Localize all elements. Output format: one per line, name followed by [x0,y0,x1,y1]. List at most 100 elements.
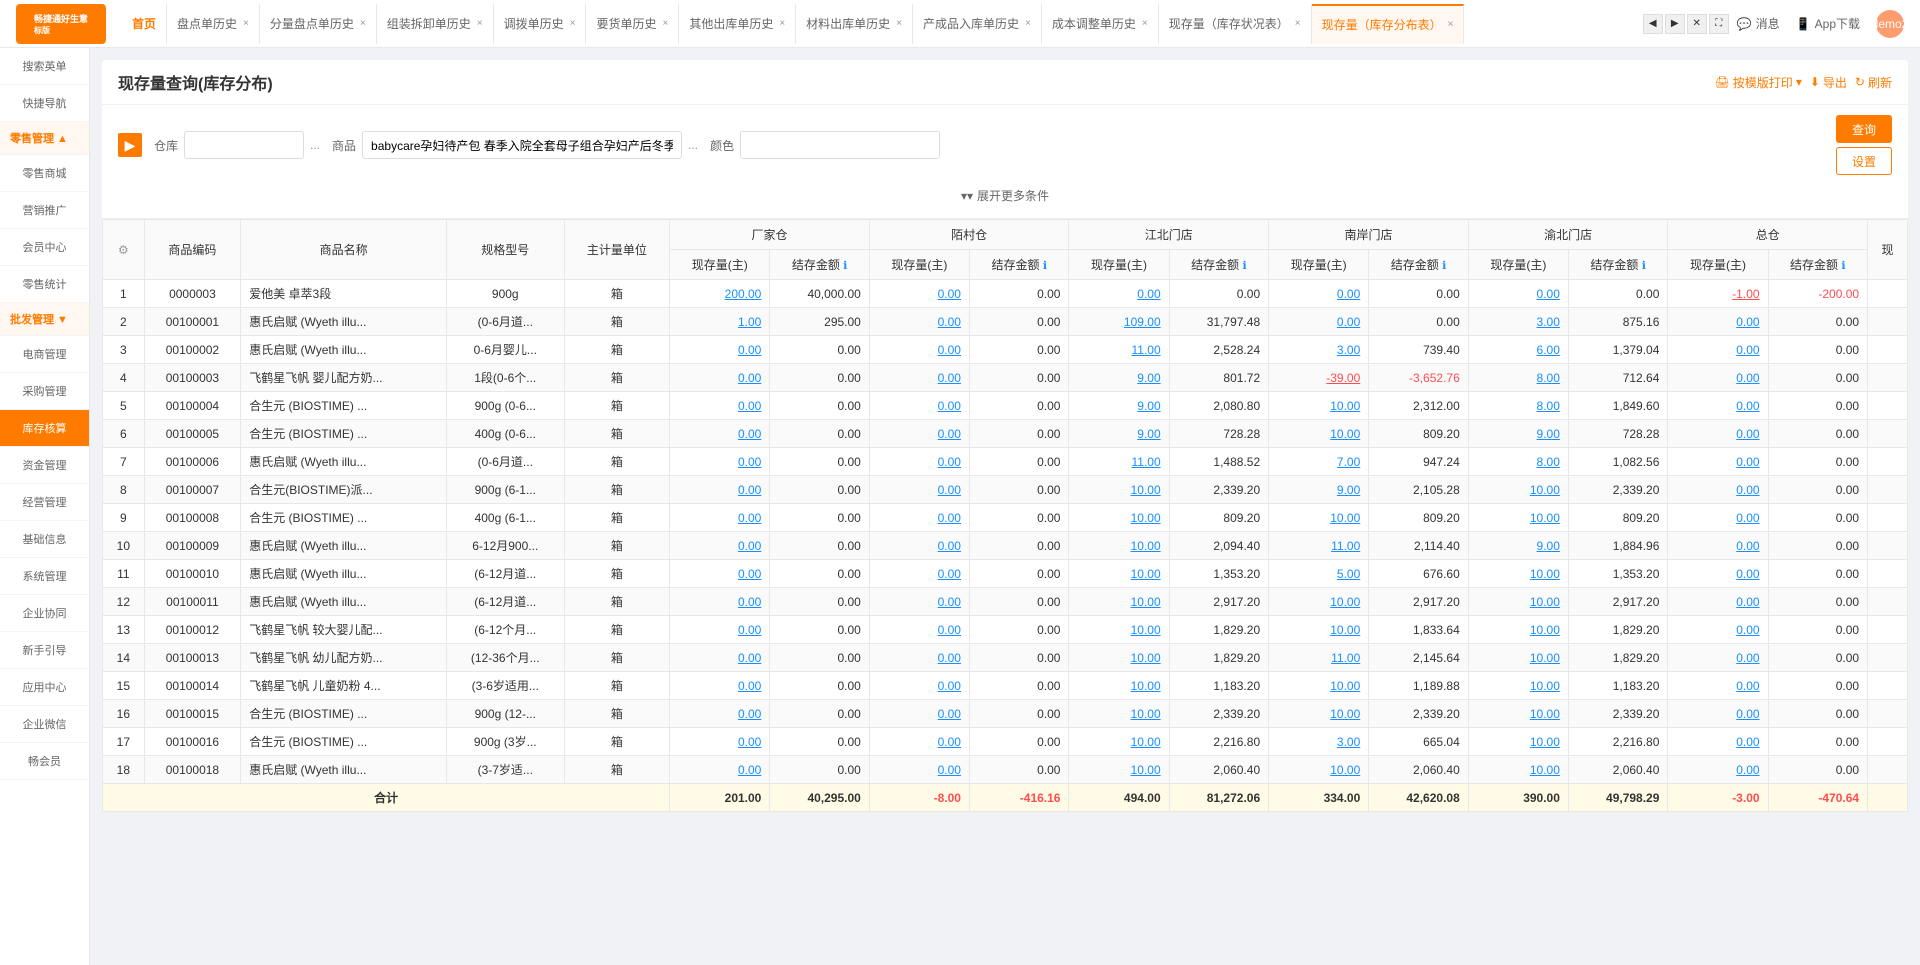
goods-input[interactable] [362,131,682,159]
th-group-total: 总仓 [1668,220,1868,250]
goods-dots-btn[interactable]: ... [688,138,698,152]
sidebar-item-----[interactable]: 企业微信 [0,706,89,743]
expand-more-btn[interactable]: ▾▾ 展开更多条件 [118,183,1892,208]
sidebar-item-----[interactable]: 应用中心 [0,669,89,706]
main-content: 现存量查询(库存分布) 🖨 按模版打印 ▾ ⬇ 导出 ↻ 刷新 ▶ 仓库 . [90,48,1920,965]
table-container[interactable]: ⚙ 商品编码 商品名称 规格型号 主计量单位 厂家仓 陌村仓 江北门店 南岸门店… [102,219,1908,812]
tab-close-icon[interactable]: × [779,18,785,29]
th-gear[interactable]: ⚙ [103,220,145,280]
warehouse-input[interactable] [184,131,304,159]
tab------[interactable]: 调拨单历史× [494,4,587,44]
tab--------[interactable]: 成本调整单历史× [1042,4,1159,44]
tab---------[interactable]: 产成品入库单历史× [913,4,1042,44]
sidebar-item-----[interactable]: 经营管理 [0,484,89,521]
tab-next-arrow[interactable]: ▶ [1665,14,1685,34]
tab-close-icon[interactable]: × [1448,19,1454,30]
user-menu[interactable]: demo2 [1876,10,1904,38]
sidebar-item----[interactable]: 畅会员 [0,743,89,780]
page-actions: 🖨 按模版打印 ▾ ⬇ 导出 ↻ 刷新 [1715,74,1892,91]
expand-more-icon: ▾▾ [961,189,973,203]
messages-btn[interactable]: 💬 消息 [1737,15,1780,32]
refresh-btn[interactable]: ↻ 刷新 [1855,74,1892,91]
th-yubei-amt: 结存金额 ℹ [1568,250,1668,280]
th-mucun-qty: 现存量(主) [869,250,969,280]
tab------[interactable]: 盘点单历史× [167,4,260,44]
sidebar-item-----[interactable]: 零售统计 [0,266,89,303]
tab-close-arrow[interactable]: ✕ [1687,14,1707,34]
jiangbei-info-icon[interactable]: ℹ [1242,260,1246,272]
tab-close-icon[interactable]: × [662,18,668,29]
app-download-btn[interactable]: 📱 App下载 [1796,15,1860,32]
query-btn[interactable]: 查询 [1836,115,1892,143]
sidebar-item-----[interactable]: 采购管理 [0,373,89,410]
yubei-info-icon[interactable]: ℹ [1642,260,1646,272]
total-info-icon[interactable]: ℹ [1841,260,1845,272]
tab-----------[interactable]: 现存量（库存状况表）× [1159,4,1312,44]
mucun-info-icon[interactable]: ℹ [1043,260,1047,272]
warehouse-dots-btn[interactable]: ... [310,138,320,152]
tab--------[interactable]: 材料出库单历史× [796,4,913,44]
message-icon: 💬 [1737,17,1752,31]
tab-close-icon[interactable]: × [1025,18,1031,29]
table-row: 400100003飞鹤星飞帆 婴儿配方奶...1段(0-6个...箱0.000.… [103,364,1908,392]
tab-----------[interactable]: 现存量（库存分布表）× [1312,4,1465,44]
export-icon: ⬇ [1810,75,1820,89]
table-row: 1400100013飞鹤星飞帆 幼儿配方奶...(12-36个月...箱0.00… [103,644,1908,672]
tab-close-icon[interactable]: × [1295,18,1301,29]
factory-info-icon[interactable]: ℹ [843,260,847,272]
table-row: 1500100014飞鹤星飞帆 儿童奶粉 4...(3-6岁适用...箱0.00… [103,672,1908,700]
sidebar-item-----[interactable]: 搜索英单 [0,48,89,85]
sidebar-item-----[interactable]: 企业协同 [0,595,89,632]
table-row: 500100004合生元 (BIOSTIME) ...900g (0-6...箱… [103,392,1908,420]
tab-prev-arrow[interactable]: ◀ [1643,14,1663,34]
th-code: 商品编码 [144,220,241,280]
tab-expand-arrow[interactable]: ⛶ [1709,14,1729,34]
print-btn[interactable]: 🖨 按模版打印 ▾ [1715,74,1802,91]
setting-btn[interactable]: 设置 [1836,147,1892,175]
tab--------[interactable]: 分量盘点单历史× [260,4,377,44]
sidebar-item-----[interactable]: 基础信息 [0,521,89,558]
tab--------[interactable]: 其他出库单历史× [679,4,796,44]
download-icon: 📱 [1796,17,1811,31]
table-row: 1100100010惠氏启赋 (Wyeth illu...(6-12月道...箱… [103,560,1908,588]
sidebar-item-----[interactable]: 快捷导航 [0,85,89,122]
sidebar-item-------[interactable]: 零售管理 ▲ [0,122,89,155]
tab-close-icon[interactable]: × [896,18,902,29]
sidebar-item-----[interactable]: 资金管理 [0,447,89,484]
gear-icon[interactable]: ⚙ [118,243,129,257]
tab-close-icon[interactable]: × [1142,18,1148,29]
tab-close-icon[interactable]: × [570,18,576,29]
nanan-info-icon[interactable]: ℹ [1442,260,1446,272]
sidebar-item-----[interactable]: 营销推广 [0,192,89,229]
table-row: 800100007合生元(BIOSTIME)派...900g (6-1...箱0… [103,476,1908,504]
warehouse-label: 仓库 [154,137,178,154]
th-jiangbei-amt: 结存金额 ℹ [1169,250,1269,280]
sidebar-item-----[interactable]: 电商管理 [0,336,89,373]
tab--------[interactable]: 组装拆卸单历史× [377,4,494,44]
sidebar-item-----[interactable]: 新手引导 [0,632,89,669]
table-row: 1700100016合生元 (BIOSTIME) ...900g (3岁...箱… [103,728,1908,756]
print-dropdown-icon: ▾ [1796,75,1802,89]
tab-close-icon[interactable]: × [477,18,483,29]
sidebar-item-----[interactable]: 会员中心 [0,229,89,266]
table-row: 1300100012飞鹤星飞帆 较大婴儿配...(6-12个月...箱0.000… [103,616,1908,644]
tab-nav-arrows: ◀ ▶ ✕ ⛶ [1643,14,1729,34]
sidebar-item-----[interactable]: 系统管理 [0,558,89,595]
filter-expand-btn[interactable]: ▶ [118,133,142,157]
th-current: 现 [1868,220,1908,280]
th-yubei-qty: 现存量(主) [1468,250,1568,280]
color-input[interactable] [740,131,940,159]
tab---[interactable]: 首页 [122,4,167,44]
table-row: 1200100011惠氏启赋 (Wyeth illu...(6-12月道...箱… [103,588,1908,616]
filter-action-btns: 查询 设置 [1836,115,1892,175]
tab-close-icon[interactable]: × [360,18,366,29]
sidebar-item-----[interactable]: 库存核算 [0,410,89,447]
th-group-jiangbei: 江北门店 [1069,220,1269,250]
filter-row-1: ▶ 仓库 ... 商品 ... 颜色 查询 设置 [118,115,1892,175]
export-btn[interactable]: ⬇ 导出 [1810,74,1847,91]
th-mucun-amt: 结存金额 ℹ [969,250,1069,280]
sidebar-item-----[interactable]: 零售商城 [0,155,89,192]
sidebar-item-------[interactable]: 批发管理 ▼ [0,303,89,336]
tab-close-icon[interactable]: × [243,18,249,29]
tab------[interactable]: 要货单历史× [586,4,679,44]
